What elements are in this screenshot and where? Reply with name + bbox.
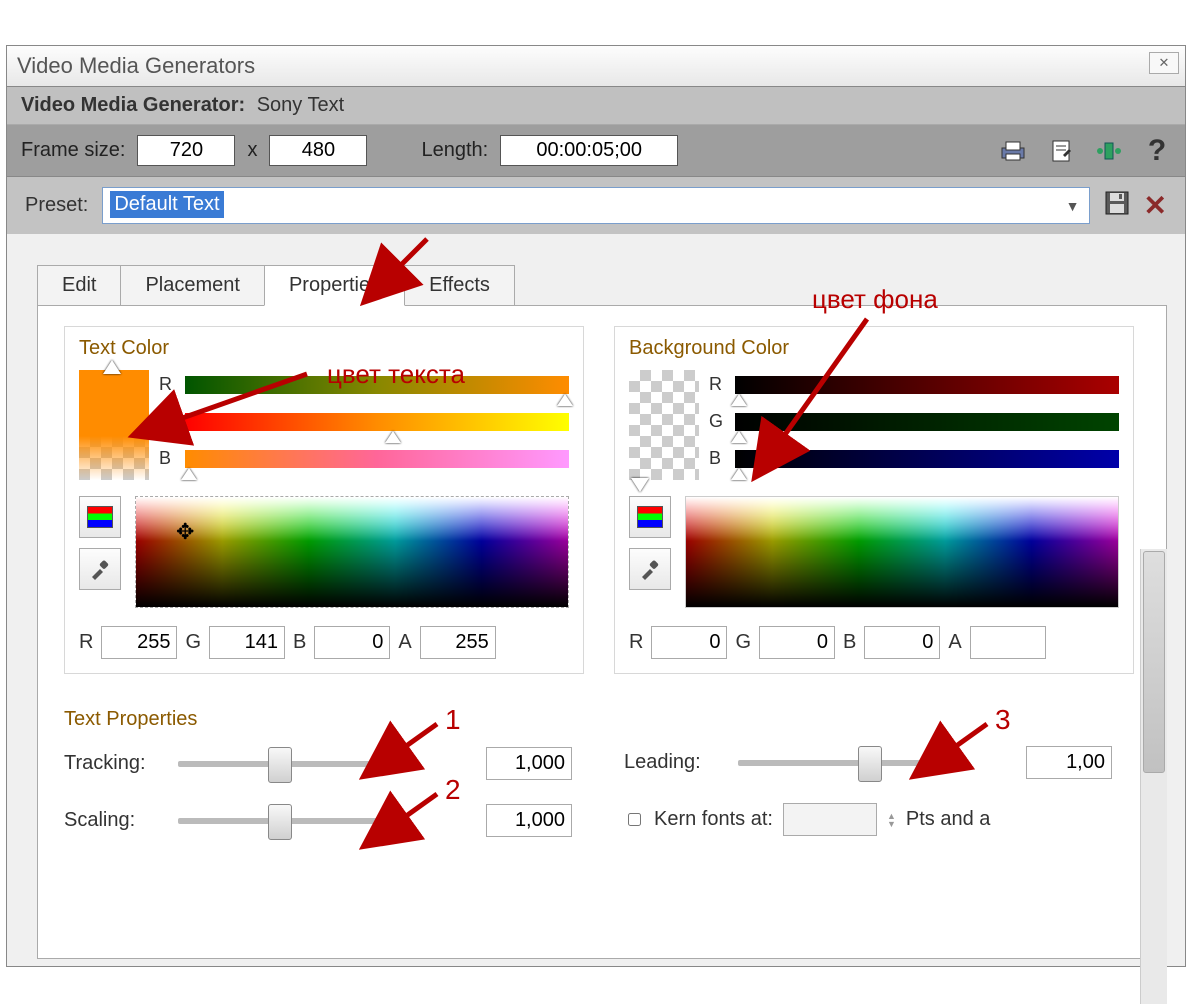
tracking-input[interactable] (486, 747, 572, 780)
r-bar-bg[interactable] (735, 376, 1119, 394)
bg-a-input[interactable] (970, 626, 1046, 659)
tracking-slider[interactable] (178, 761, 378, 767)
delete-preset-icon[interactable]: ✕ (1144, 189, 1167, 222)
text-b-input[interactable] (314, 626, 390, 659)
leading-panel: Leading: Kern fonts at: ▲▼ Pts and a (624, 708, 1154, 861)
preset-input[interactable] (102, 187, 1089, 224)
leading-label: Leading: (624, 751, 724, 774)
help-icon[interactable]: ? (1143, 137, 1171, 165)
bg-color-panel: Background Color R G (614, 326, 1134, 674)
picker-cursor-icon: ✥ (176, 519, 194, 545)
caption-value: Sony Text (257, 94, 344, 116)
a-lbl: A (398, 631, 411, 654)
leading-thumb[interactable] (858, 746, 882, 782)
r-label-bg: R (709, 374, 727, 395)
scaling-input[interactable] (486, 804, 572, 837)
text-r-input[interactable] (101, 626, 177, 659)
caption-label: Video Media Generator: (21, 94, 245, 116)
r-lbl-bg: R (629, 631, 643, 654)
b-lbl: B (293, 631, 306, 654)
b-bar[interactable] (185, 450, 569, 468)
preset-label: Preset: (25, 194, 88, 217)
r-label: R (159, 374, 177, 395)
scaling-thumb[interactable] (268, 804, 292, 840)
g-label: G (159, 411, 177, 432)
r-bar[interactable] (185, 376, 569, 394)
generator-caption: Video Media Generator: Sony Text (7, 87, 1185, 125)
text-g-input[interactable] (209, 626, 285, 659)
preset-input-wrap: Default Text ▼ (102, 187, 1089, 224)
b-bar-bg[interactable] (735, 450, 1119, 468)
tracking-label: Tracking: (64, 752, 164, 775)
eyedropper-button-bg[interactable] (629, 548, 671, 590)
kern-suffix: Pts and a (906, 808, 991, 831)
leading-input[interactable] (1026, 746, 1112, 779)
frame-height-input[interactable] (269, 135, 367, 166)
leading-slider[interactable] (738, 760, 938, 766)
color-palette-button-bg[interactable] (629, 496, 671, 538)
gradient-picker-bg[interactable] (685, 496, 1119, 608)
frame-size-label: Frame size: (21, 139, 125, 162)
g-lbl-bg: G (735, 631, 751, 654)
close-button[interactable]: ✕ (1149, 52, 1179, 74)
scaling-slider[interactable] (178, 818, 378, 824)
bg-r-input[interactable] (651, 626, 727, 659)
text-color-panel: Text Color R G (64, 326, 584, 674)
kern-input[interactable] (783, 803, 877, 836)
bg-color-swatch[interactable] (629, 370, 699, 480)
window-title-bar: Video Media Generators ✕ (7, 46, 1185, 87)
print-icon[interactable] (999, 137, 1027, 165)
gradient-picker[interactable]: ✥ (135, 496, 569, 608)
text-color-title: Text Color (79, 337, 569, 360)
tab-effects[interactable]: Effects (404, 265, 515, 306)
tab-placement[interactable]: Placement (120, 265, 265, 306)
tracking-thumb[interactable] (268, 747, 292, 783)
tab-properties[interactable]: Properties (264, 265, 405, 306)
bg-color-title: Background Color (629, 337, 1119, 360)
frame-x-label: x (247, 139, 257, 162)
kern-label: Kern fonts at: (654, 808, 773, 831)
text-props-panel: Text Properties Tracking: Scaling: (64, 708, 594, 861)
tabs: Edit Placement Properties Effects (37, 264, 1167, 305)
text-color-swatch[interactable] (79, 370, 149, 480)
bg-g-input[interactable] (759, 626, 835, 659)
length-input[interactable] (500, 135, 678, 166)
scaling-label: Scaling: (64, 809, 164, 832)
tab-edit[interactable]: Edit (37, 265, 121, 306)
kern-checkbox[interactable] (628, 813, 641, 826)
swatch-slider-icon[interactable] (103, 360, 121, 374)
b-label-bg: B (709, 448, 727, 469)
g-label-bg: G (709, 411, 727, 432)
params-bar: Frame size: x Length: ? (7, 125, 1185, 177)
split-icon[interactable] (1095, 137, 1123, 165)
window-title: Video Media Generators (17, 53, 255, 79)
preset-bar: Preset: Default Text ▼ ✕ (7, 177, 1185, 234)
b-label: B (159, 448, 177, 469)
a-lbl-bg: A (948, 631, 961, 654)
b-lbl-bg: B (843, 631, 856, 654)
g-bar[interactable] (185, 413, 569, 431)
properties-icon[interactable] (1047, 137, 1075, 165)
frame-width-input[interactable] (137, 135, 235, 166)
text-a-input[interactable] (420, 626, 496, 659)
scroll-thumb[interactable] (1143, 551, 1165, 773)
length-label: Length: (421, 139, 488, 162)
g-bar-bg[interactable] (735, 413, 1119, 431)
color-palette-button[interactable] (79, 496, 121, 538)
r-lbl: R (79, 631, 93, 654)
eyedropper-button[interactable] (79, 548, 121, 590)
bg-b-input[interactable] (864, 626, 940, 659)
tab-body: Text Color R G (37, 305, 1167, 959)
g-lbl: G (185, 631, 201, 654)
save-preset-icon[interactable] (1104, 190, 1130, 222)
text-props-title: Text Properties (64, 708, 594, 731)
scrollbar[interactable] (1140, 549, 1167, 1004)
swatch-slider-icon[interactable] (631, 478, 649, 492)
kern-spinner-icon[interactable]: ▲▼ (887, 812, 896, 828)
